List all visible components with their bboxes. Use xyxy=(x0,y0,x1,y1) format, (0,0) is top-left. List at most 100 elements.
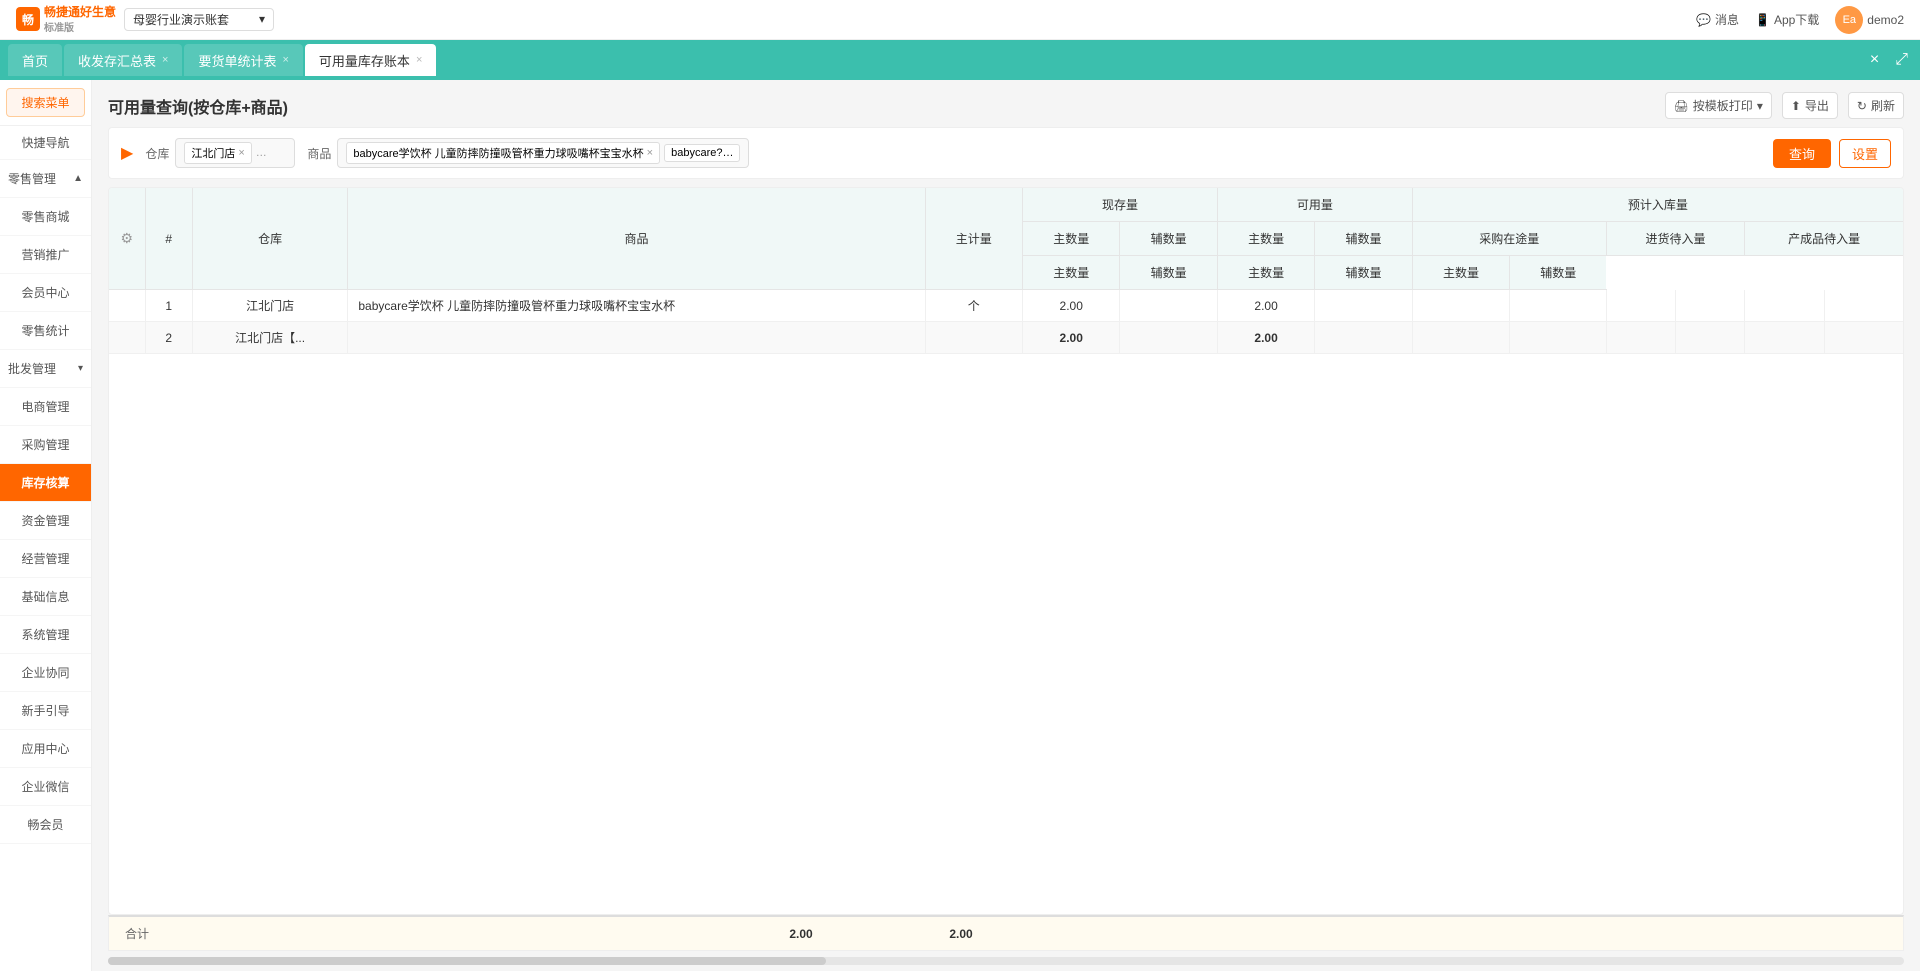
quick-nav-button[interactable]: 快捷导航 xyxy=(0,126,91,160)
tab-requisition-stats[interactable]: 要货单统计表 × xyxy=(184,44,302,76)
logo-text: 畅捷通好生意 xyxy=(44,5,116,19)
cell-purchase-main xyxy=(1412,290,1509,322)
content-area: 可用量查询(按仓库+商品) 🖨 按模板打印 ▾ ⬆ 导出 ↻ 刷新 ▶ xyxy=(92,80,1920,971)
sidebar-item-enterprise-collab[interactable]: 企业协同 xyxy=(0,654,91,692)
avatar: Ea xyxy=(1835,6,1863,34)
refresh-icon: ↻ xyxy=(1857,99,1867,113)
sidebar-item-inventory[interactable]: 库存核算 xyxy=(0,464,91,502)
user-profile[interactable]: Ea demo2 xyxy=(1835,6,1904,34)
query-button[interactable]: 查询 xyxy=(1773,139,1831,168)
cell-avail-aux xyxy=(1315,290,1412,322)
message-button[interactable]: 💬 消息 xyxy=(1696,11,1739,28)
print-button[interactable]: 🖨 按模板打印 ▾ xyxy=(1665,92,1772,119)
message-icon: 💬 xyxy=(1696,13,1711,27)
cell-incoming-aux xyxy=(1676,322,1745,354)
sidebar-item-marketing[interactable]: 营销推广 xyxy=(0,236,91,274)
th-purchase-main: 主数量 xyxy=(1023,256,1120,290)
product-tag-2: babycare?… xyxy=(664,144,740,162)
scrollbar-thumb[interactable] xyxy=(108,957,826,965)
warehouse-filter: 仓库 江北门店 × … xyxy=(145,138,295,168)
setting-button[interactable]: 设置 xyxy=(1839,139,1891,168)
sidebar-item-retail-mall[interactable]: 零售商城 xyxy=(0,198,91,236)
sidebar-item-app-center[interactable]: 应用中心 xyxy=(0,730,91,768)
table-wrapper: ⚙ # 仓库 商品 主计量 现存量 可用量 预计入库量 主数量 辅数量 主数量 xyxy=(108,187,1904,915)
tab-label: 可用量库存账本 xyxy=(319,51,410,70)
sidebar-item-retail-stats[interactable]: 零售统计 xyxy=(0,312,91,350)
tab-close-icon[interactable]: × xyxy=(282,54,288,66)
nav-tabs: 首页 收发存汇总表 × 要货单统计表 × 可用量库存账本 × × ⤢ xyxy=(0,40,1920,80)
remove-product-tag-1[interactable]: × xyxy=(647,147,653,159)
print-icon: 🖨 xyxy=(1674,99,1689,113)
tab-close-icon[interactable]: × xyxy=(162,54,168,66)
cell-incoming-main xyxy=(1606,290,1675,322)
scrollbar-track xyxy=(108,957,1904,965)
th-production-group: 产成品待入量 xyxy=(1745,222,1903,256)
page-header: 可用量查询(按仓库+商品) 🖨 按模板打印 ▾ ⬆ 导出 ↻ 刷新 xyxy=(92,80,1920,127)
cell-current-aux xyxy=(1120,322,1217,354)
th-incoming-aux: 辅数量 xyxy=(1315,256,1412,290)
sidebar-item-finance-mgmt[interactable]: 资金管理 xyxy=(0,502,91,540)
settings-icon[interactable]: ⚙ xyxy=(120,230,133,246)
inventory-table: ⚙ # 仓库 商品 主计量 现存量 可用量 预计入库量 主数量 辅数量 主数量 xyxy=(109,188,1903,354)
cell-product: babycare学饮杯 儿童防摔防撞吸管杯重力球吸嘴杯宝宝水杯 xyxy=(348,290,925,322)
tab-receive-summary[interactable]: 收发存汇总表 × xyxy=(64,44,182,76)
warehouse-input[interactable]: 江北门店 × … xyxy=(175,138,295,168)
cell-index: 1 xyxy=(145,290,192,322)
sidebar-item-basic-info[interactable]: 基础信息 xyxy=(0,578,91,616)
table-row: 2 江北门店【... 2.00 2.00 xyxy=(109,322,1903,354)
tab-home[interactable]: 首页 xyxy=(8,44,62,76)
th-purchase-aux: 辅数量 xyxy=(1120,256,1217,290)
search-menu-button[interactable]: 搜索菜单 xyxy=(6,88,85,117)
logo-icon: 畅 xyxy=(16,7,40,31)
cell-warehouse: 江北门店【... xyxy=(192,322,348,354)
cell-production-aux xyxy=(1825,322,1903,354)
remove-warehouse-tag[interactable]: × xyxy=(238,147,244,159)
export-button[interactable]: ⬆ 导出 xyxy=(1782,92,1838,119)
cell-warehouse: 江北门店 xyxy=(192,290,348,322)
sidebar-item-enterprise-wechat[interactable]: 企业微信 xyxy=(0,768,91,806)
top-bar: 畅 畅捷通好生意 标准版 母婴行业演示账套 ▾ 💬 消息 📱 App下载 Ea … xyxy=(0,0,1920,40)
th-warehouse: 仓库 xyxy=(192,188,348,290)
th-avail-main: 主数量 xyxy=(1217,222,1314,256)
cell-index: 2 xyxy=(145,322,192,354)
sidebar-item-newbie-guide[interactable]: 新手引导 xyxy=(0,692,91,730)
th-unit: 主计量 xyxy=(925,188,1022,290)
sidebar-item-purchase-mgmt[interactable]: 采购管理 xyxy=(0,426,91,464)
warehouse-more[interactable]: … xyxy=(256,147,267,159)
tab-available-stock[interactable]: 可用量库存账本 × xyxy=(305,44,436,76)
filter-toggle-icon[interactable]: ▶ xyxy=(121,143,133,163)
table-footer: 合计 2.00 2.00 xyxy=(108,915,1904,951)
product-tag-1: babycare学饮杯 儿童防摔防撞吸管杯重力球吸嘴杯宝宝水杯 × xyxy=(346,142,660,164)
sidebar-item-wholesale-mgmt[interactable]: 批发管理 ▾ xyxy=(0,350,91,388)
product-input[interactable]: babycare学饮杯 儿童防摔防撞吸管杯重力球吸嘴杯宝宝水杯 × babyca… xyxy=(337,138,749,168)
chevron-down-icon: ▾ xyxy=(78,363,83,374)
sidebar-item-system-mgmt[interactable]: 系统管理 xyxy=(0,616,91,654)
app-download-button[interactable]: 📱 App下载 xyxy=(1755,11,1819,28)
top-bar-right: 💬 消息 📱 App下载 Ea demo2 xyxy=(1696,6,1904,34)
sidebar-item-retail-mgmt[interactable]: 零售管理 ▲ xyxy=(0,160,91,198)
cell-production-aux xyxy=(1825,290,1903,322)
close-all-button[interactable]: × xyxy=(1866,47,1883,73)
sidebar-item-member-center[interactable]: 会员中心 xyxy=(0,274,91,312)
cell-avail-main: 2.00 xyxy=(1217,290,1314,322)
industry-select[interactable]: 母婴行业演示账套 ▾ xyxy=(124,8,274,31)
refresh-button[interactable]: ↻ 刷新 xyxy=(1848,92,1904,119)
tab-close-icon[interactable]: × xyxy=(416,54,422,66)
sidebar-item-ecommerce-mgmt[interactable]: 电商管理 xyxy=(0,388,91,426)
th-settings[interactable]: ⚙ xyxy=(109,188,145,290)
sidebar-item-member[interactable]: 畅会员 xyxy=(0,806,91,844)
filter-actions: 查询 设置 xyxy=(1773,139,1891,168)
export-icon: ⬆ xyxy=(1791,99,1801,113)
fullscreen-button[interactable]: ⤢ xyxy=(1891,47,1912,73)
th-current-group: 现存量 xyxy=(1023,188,1218,222)
cell-avail-aux xyxy=(1315,322,1412,354)
download-icon: 📱 xyxy=(1755,13,1770,27)
chevron-down-icon: ▾ xyxy=(1757,99,1763,113)
sidebar-item-operations-mgmt[interactable]: 经营管理 xyxy=(0,540,91,578)
tab-home-label: 首页 xyxy=(22,51,48,70)
th-current-aux: 辅数量 xyxy=(1120,222,1217,256)
scrollbar-area xyxy=(108,951,1904,971)
chevron-down-icon: ▾ xyxy=(259,12,265,26)
page-actions: 🖨 按模板打印 ▾ ⬆ 导出 ↻ 刷新 xyxy=(1665,92,1904,119)
top-bar-left: 畅 畅捷通好生意 标准版 母婴行业演示账套 ▾ xyxy=(16,5,274,34)
